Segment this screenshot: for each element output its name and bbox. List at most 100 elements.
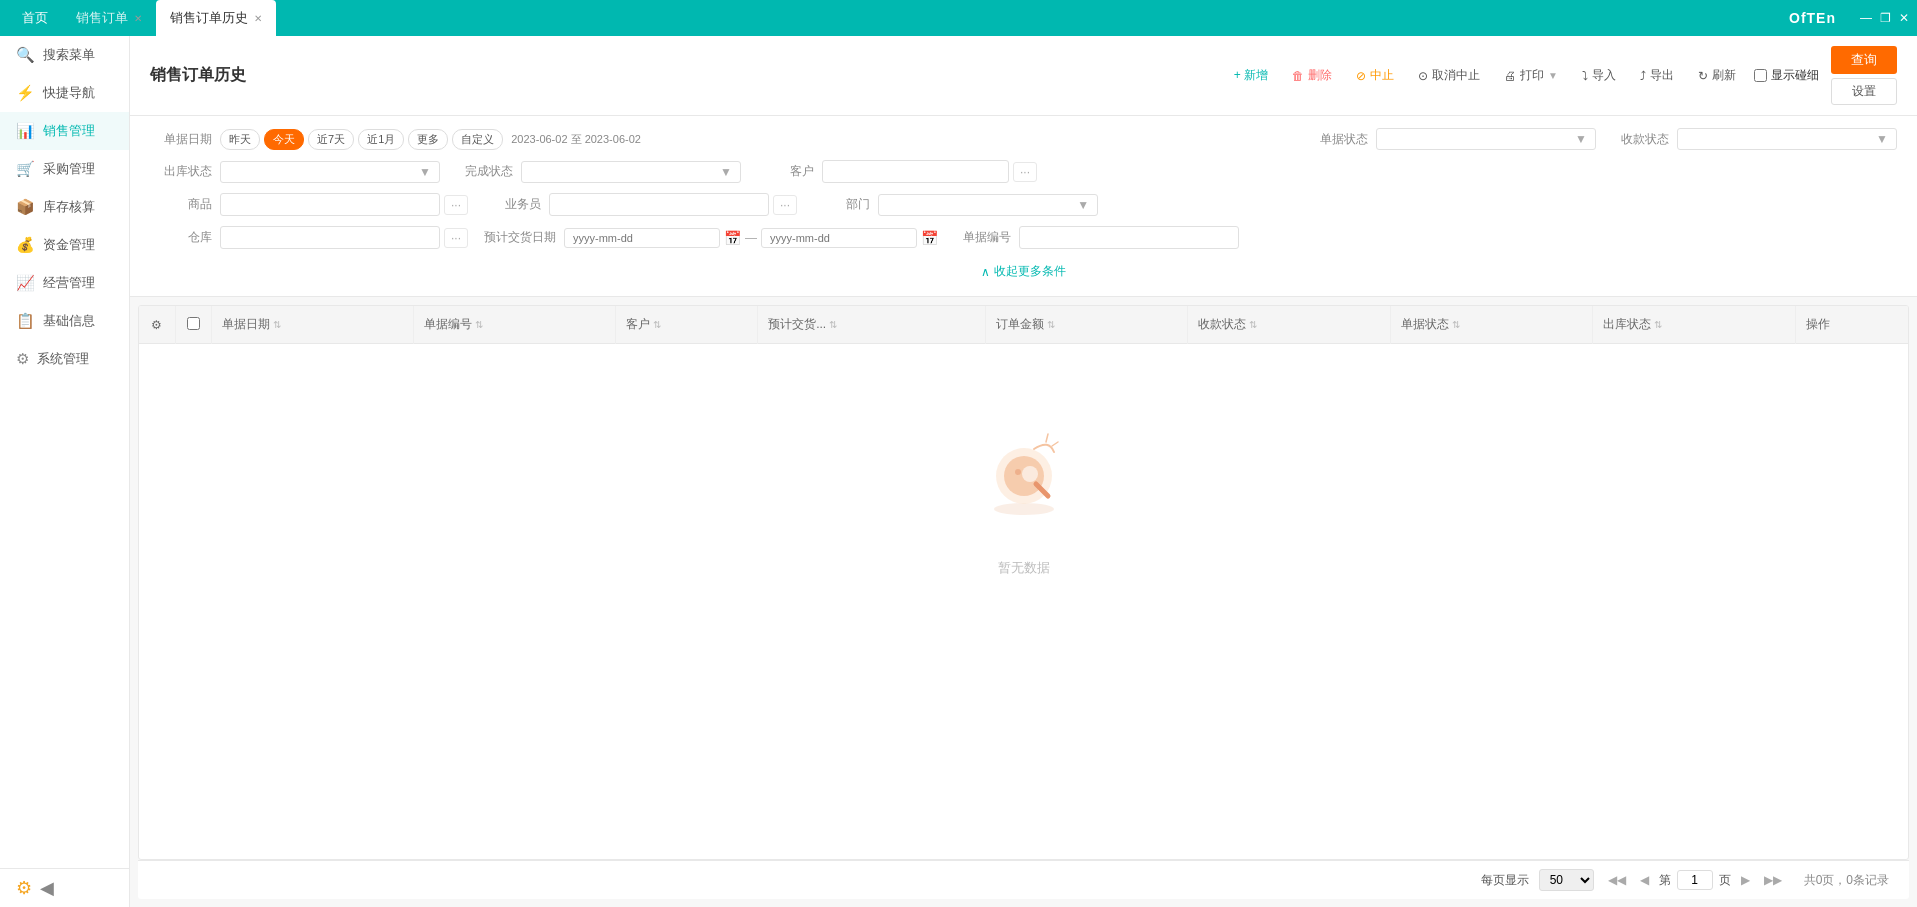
- display-cols-checkbox[interactable]: [1754, 69, 1767, 82]
- sidebar-item-inventory[interactable]: 📦 库存核算: [0, 188, 129, 226]
- print-button[interactable]: 🖨 打印 ▼: [1498, 64, 1564, 87]
- refresh-button[interactable]: ↻ 刷新: [1692, 64, 1742, 87]
- brand-text: OfTEn: [1789, 10, 1836, 26]
- warehouse-input[interactable]: [220, 226, 440, 249]
- sidebar-item-label-quick-nav: 快捷导航: [43, 84, 95, 102]
- sidebar-item-sales-mgmt[interactable]: 📊 销售管理: [0, 112, 129, 150]
- sort-order-amount[interactable]: 订单金额: [996, 316, 1177, 333]
- dept-select[interactable]: ▼: [878, 194, 1098, 216]
- warehouse-ellipsis-btn[interactable]: ···: [444, 228, 468, 248]
- collapse-filter-row[interactable]: ∧ 收起更多条件: [150, 259, 1897, 284]
- query-button[interactable]: 查询: [1831, 46, 1897, 74]
- customer-input[interactable]: [822, 160, 1009, 183]
- display-cols-label: 显示碰细: [1771, 67, 1819, 84]
- tab-sales-order-history[interactable]: 销售订单历史 ✕: [156, 0, 276, 36]
- date-range-display: 2023-06-02 至 2023-06-02: [511, 132, 641, 147]
- expected-date-end-input[interactable]: [761, 228, 917, 248]
- cancel-stop-button[interactable]: ⊙ 取消中止: [1412, 64, 1486, 87]
- sidebar-settings-icon[interactable]: ⚙: [16, 877, 32, 899]
- last-page-btn[interactable]: ▶▶: [1760, 871, 1786, 889]
- th-checkbox[interactable]: [175, 306, 211, 344]
- sort-customer[interactable]: 客户: [626, 316, 747, 333]
- date-btn-1month[interactable]: 近1月: [358, 129, 404, 150]
- calendar-start-icon[interactable]: 📅: [724, 230, 741, 246]
- window-restore-btn[interactable]: ❐: [1880, 11, 1891, 25]
- date-btn-custom[interactable]: 自定义: [452, 129, 503, 150]
- sidebar-item-purchase-mgmt[interactable]: 🛒 采购管理: [0, 150, 129, 188]
- out-status-arrow-icon: ▼: [419, 165, 431, 179]
- tab-home[interactable]: 首页: [8, 0, 62, 36]
- sort-expected-date[interactable]: 预计交货...: [768, 316, 975, 333]
- out-status-select[interactable]: ▼: [220, 161, 440, 183]
- sidebar-item-base-info[interactable]: 📋 基础信息: [0, 302, 129, 340]
- th-customer[interactable]: 客户: [616, 306, 758, 344]
- th-actions: 操作: [1795, 306, 1908, 344]
- window-minimize-btn[interactable]: —: [1860, 11, 1872, 25]
- th-doc-no[interactable]: 单据编号: [413, 306, 615, 344]
- settings-button[interactable]: 设置: [1831, 78, 1897, 105]
- sidebar-item-search-menu[interactable]: 🔍 搜索菜单: [0, 36, 129, 74]
- sidebar-item-sys-mgmt[interactable]: ⚙ 系统管理: [0, 340, 129, 378]
- import-button[interactable]: ⤵ 导入: [1576, 64, 1622, 87]
- th-receipt-status[interactable]: 收款状态: [1188, 306, 1390, 344]
- goods-control: ···: [220, 193, 468, 216]
- date-filter-label: 单据日期: [150, 131, 220, 148]
- date-btn-7days[interactable]: 近7天: [308, 129, 354, 150]
- tab-close-sales-order[interactable]: ✕: [134, 13, 142, 24]
- th-order-amount[interactable]: 订单金额: [985, 306, 1187, 344]
- goods-input[interactable]: [220, 193, 440, 216]
- prev-page-btn[interactable]: ◀: [1636, 871, 1653, 889]
- th-doc-status[interactable]: 单据状态: [1390, 306, 1592, 344]
- export-button[interactable]: ⤴ 导出: [1634, 64, 1680, 87]
- sidebar-item-label-sales-mgmt: 销售管理: [43, 122, 95, 140]
- th-out-status[interactable]: 出库状态: [1593, 306, 1795, 344]
- tab-close-sales-order-history[interactable]: ✕: [254, 13, 262, 24]
- salesman-ellipsis-btn[interactable]: ···: [773, 195, 797, 215]
- receipt-status-select[interactable]: ▼: [1677, 128, 1897, 150]
- date-btn-today[interactable]: 今天: [264, 129, 304, 150]
- delete-button[interactable]: 🗑 删除: [1286, 64, 1338, 87]
- sort-doc-date[interactable]: 单据日期: [222, 316, 403, 333]
- stop-button[interactable]: ⊘ 中止: [1350, 64, 1400, 87]
- goods-ellipsis-btn[interactable]: ···: [444, 195, 468, 215]
- doc-status-select[interactable]: ▼: [1376, 128, 1596, 150]
- sort-doc-no[interactable]: 单据编号: [424, 316, 605, 333]
- expected-date-start-input[interactable]: [564, 228, 720, 248]
- refresh-icon: ↻: [1698, 69, 1708, 83]
- doc-no-input[interactable]: [1019, 226, 1239, 249]
- select-all-checkbox[interactable]: [187, 317, 200, 330]
- sidebar-item-finance[interactable]: 💰 资金管理: [0, 226, 129, 264]
- finance-icon: 💰: [16, 236, 35, 254]
- complete-status-select[interactable]: ▼: [521, 161, 741, 183]
- sort-doc-status[interactable]: 单据状态: [1401, 316, 1582, 333]
- sidebar-collapse-icon[interactable]: ◀: [40, 877, 54, 899]
- th-doc-date[interactable]: 单据日期: [211, 306, 413, 344]
- th-expected-date[interactable]: 预计交货...: [758, 306, 986, 344]
- first-page-btn[interactable]: ◀◀: [1604, 871, 1630, 889]
- window-close-btn[interactable]: ✕: [1899, 11, 1909, 25]
- date-btn-yesterday[interactable]: 昨天: [220, 129, 260, 150]
- date-btn-more[interactable]: 更多: [408, 129, 448, 150]
- customer-ellipsis-btn[interactable]: ···: [1013, 162, 1037, 182]
- sort-out-status[interactable]: 出库状态: [1603, 316, 1784, 333]
- th-settings[interactable]: ⚙: [139, 306, 175, 344]
- sidebar-item-label-search-menu: 搜索菜单: [43, 46, 95, 64]
- sort-receipt-status[interactable]: 收款状态: [1198, 316, 1379, 333]
- empty-state-cell: 暂无数据: [139, 344, 1908, 658]
- tab-sales-order[interactable]: 销售订单 ✕: [62, 0, 156, 36]
- date-buttons: 昨天 今天 近7天 近1月 更多 自定义: [220, 129, 503, 150]
- empty-state-row: 暂无数据: [139, 344, 1908, 658]
- page-nav: ◀◀ ◀ 第 页 ▶ ▶▶: [1604, 870, 1786, 890]
- salesman-input[interactable]: [549, 193, 769, 216]
- next-page-btn[interactable]: ▶: [1737, 871, 1754, 889]
- customer-label: 客户: [757, 163, 822, 180]
- page-size-select[interactable]: 50 10 20 100: [1539, 869, 1594, 891]
- page-number-input[interactable]: [1677, 870, 1713, 890]
- calendar-end-icon[interactable]: 📅: [921, 230, 938, 246]
- ops-mgmt-icon: 📈: [16, 274, 35, 292]
- sidebar-item-quick-nav[interactable]: ⚡ 快捷导航: [0, 74, 129, 112]
- table-footer: 每页显示 50 10 20 100 ◀◀ ◀ 第 页 ▶ ▶▶ 共0页，0条记录: [138, 860, 1909, 899]
- new-button[interactable]: + 新增: [1228, 64, 1274, 87]
- empty-text: 暂无数据: [998, 559, 1050, 577]
- sidebar-item-ops-mgmt[interactable]: 📈 经营管理: [0, 264, 129, 302]
